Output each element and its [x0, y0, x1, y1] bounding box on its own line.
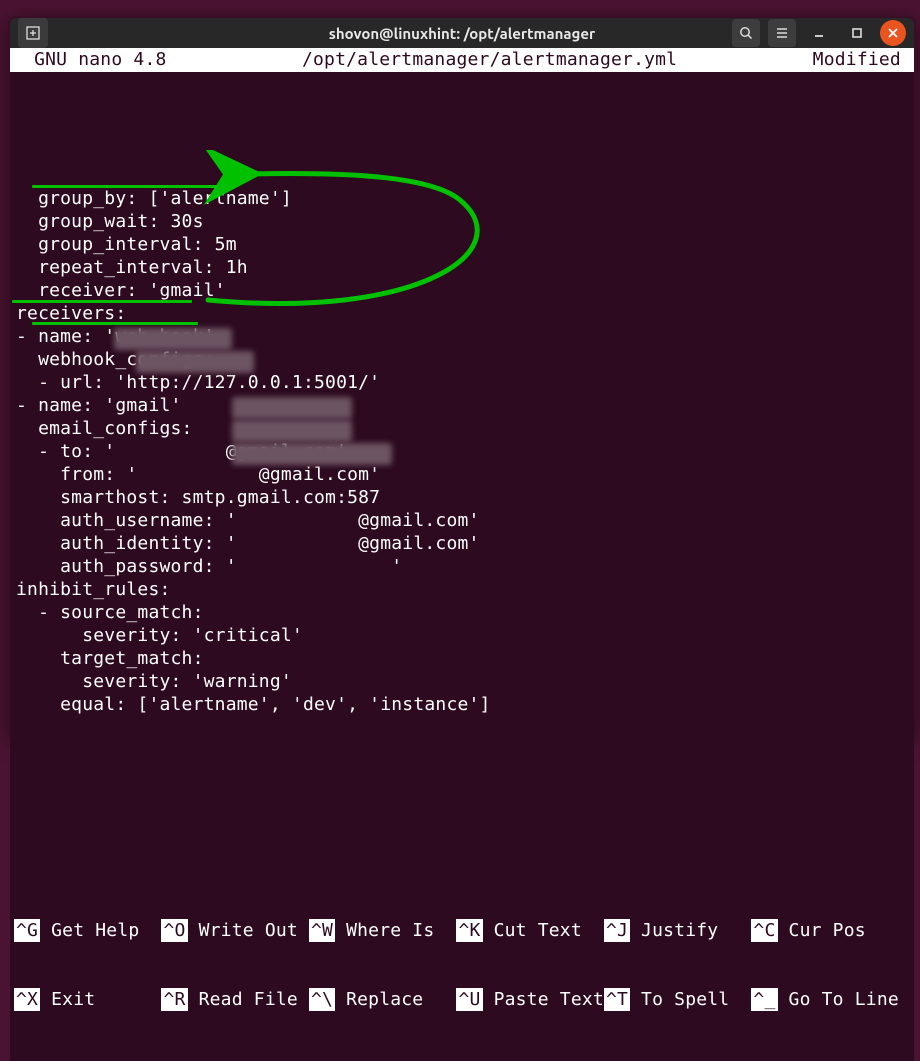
editor-line: auth_username: ' @gmail.com': [16, 509, 908, 532]
nano-header: GNU nano 4.8 /opt/alertmanager/alertmana…: [10, 48, 914, 72]
shortcut-key: ^K: [456, 919, 482, 942]
shortcut-key: ^G: [14, 919, 40, 942]
shortcut-key: ^_: [751, 988, 777, 1011]
shortcut: ^O Write Out: [161, 919, 308, 942]
shortcut: ^C Cur Pos: [751, 919, 865, 942]
shortcut-key: ^J: [604, 919, 630, 942]
editor-line: from: ' @gmail.com': [16, 463, 908, 486]
minimize-button[interactable]: [804, 18, 834, 48]
shortcut-label: Cur Pos: [778, 919, 866, 942]
shortcut: ^J Justify: [604, 919, 751, 942]
new-tab-button[interactable]: [18, 18, 48, 48]
shortcut-key: ^\: [309, 988, 335, 1011]
titlebar: shovon@linuxhint: /opt/alertmanager: [10, 18, 914, 48]
shortcut: ^T To Spell: [604, 988, 751, 1011]
shortcut-label: Read File: [188, 988, 309, 1011]
editor-line: receiver: 'gmail': [16, 279, 908, 302]
nano-footer: ^G Get Help ^O Write Out ^W Where Is ^K …: [10, 873, 914, 1057]
editor-line: auth_identity: ' @gmail.com': [16, 532, 908, 555]
shortcut: ^U Paste Text: [456, 988, 603, 1011]
editor-line: group_by: ['alertname']: [16, 187, 908, 210]
shortcut-key: ^W: [309, 919, 335, 942]
editor-line: repeat_interval: 1h: [16, 256, 908, 279]
close-button[interactable]: [880, 20, 906, 46]
nano-app-name: GNU nano 4.8: [12, 48, 167, 72]
shortcut-label: Exit: [40, 988, 161, 1011]
editor-line: inhibit_rules:: [16, 578, 908, 601]
shortcut-label: Justify: [630, 919, 751, 942]
terminal-window: shovon@linuxhint: /opt/alertmanager GNU …: [8, 16, 916, 736]
shortcut-key: ^X: [14, 988, 40, 1011]
redaction: [232, 420, 352, 442]
redaction: [232, 397, 352, 419]
editor-line: smarthost: smtp.gmail.com:587: [16, 486, 908, 509]
editor-line: - to: ' @gmail.com': [16, 440, 908, 463]
editor-line: - name: 'gmail': [16, 394, 908, 417]
shortcut-key: ^T: [604, 988, 630, 1011]
shortcut: ^W Where Is: [309, 919, 456, 942]
shortcut: ^K Cut Text: [456, 919, 603, 942]
shortcut-label: Where Is: [335, 919, 456, 942]
editor-line: target_match:: [16, 647, 908, 670]
shortcut-key: ^O: [161, 919, 187, 942]
shortcut-label: Go To Line: [778, 988, 899, 1011]
annotation-underline: [32, 322, 198, 325]
redaction: [136, 351, 254, 373]
editor-line: severity: 'critical': [16, 624, 908, 647]
shortcut-label: To Spell: [630, 988, 751, 1011]
search-button[interactable]: [732, 19, 760, 47]
editor-line: auth_password: ' ': [16, 555, 908, 578]
redaction: [232, 443, 392, 465]
shortcut-key: ^C: [751, 919, 777, 942]
redaction: [114, 328, 232, 350]
annotation-underline: [12, 300, 192, 303]
shortcut-label: Replace: [335, 988, 456, 1011]
shortcut: ^R Read File: [161, 988, 308, 1011]
shortcut: ^_ Go To Line: [751, 988, 898, 1011]
shortcut-key: ^U: [456, 988, 482, 1011]
shortcut: ^X Exit: [14, 988, 161, 1011]
shortcut-key: ^R: [161, 988, 187, 1011]
editor-line: group_wait: 30s: [16, 210, 908, 233]
shortcut-label: Cut Text: [483, 919, 604, 942]
editor-line: - source_match:: [16, 601, 908, 624]
maximize-button[interactable]: [842, 18, 872, 48]
annotation-underline: [32, 185, 232, 188]
menu-button[interactable]: [768, 19, 796, 47]
shortcut-label: Get Help: [40, 919, 161, 942]
editor-line: group_interval: 5m: [16, 233, 908, 256]
shortcut: ^G Get Help: [14, 919, 161, 942]
editor-line: severity: 'warning': [16, 670, 908, 693]
editor-line: - url: 'http://127.0.0.1:5001/': [16, 371, 908, 394]
shortcut-label: Write Out: [188, 919, 309, 942]
nano-status: Modified: [813, 48, 912, 72]
shortcut-label: Paste Text: [483, 988, 604, 1011]
shortcut: ^\ Replace: [309, 988, 456, 1011]
editor-line: equal: ['alertname', 'dev', 'instance']: [16, 693, 908, 716]
editor-line: email_configs:: [16, 417, 908, 440]
nano-file-path: /opt/alertmanager/alertmanager.yml: [302, 48, 677, 72]
terminal-body[interactable]: GNU nano 4.8 /opt/alertmanager/alertmana…: [10, 48, 914, 1061]
